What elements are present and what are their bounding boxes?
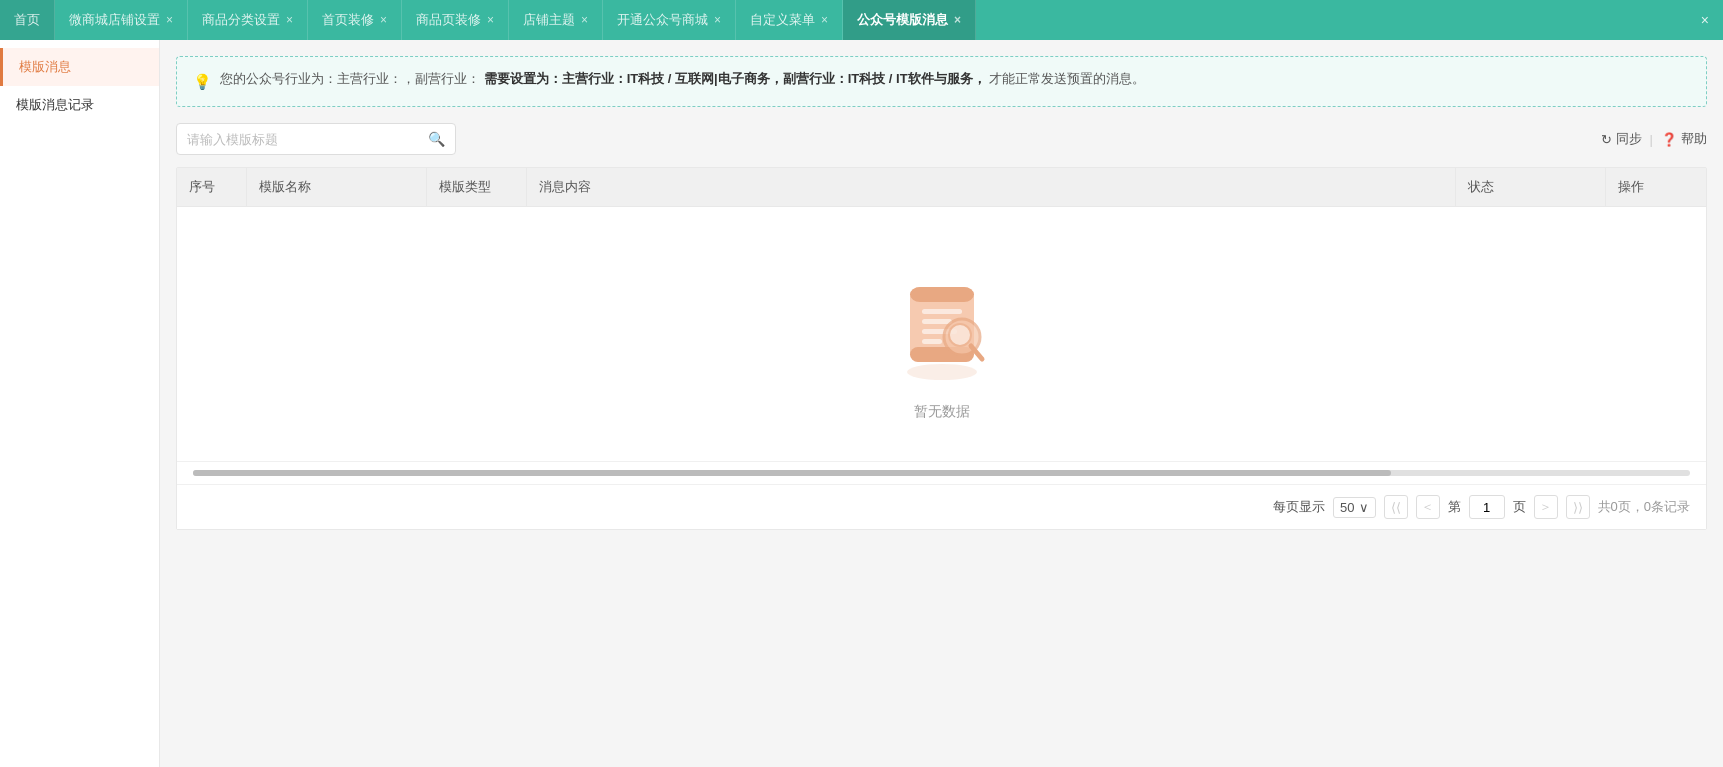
notice-suffix: 才能正常发送预置的消息。 (989, 71, 1145, 86)
close-tab-openstore[interactable]: × (714, 13, 721, 27)
nav-tab-openstore[interactable]: 开通公众号商城 × (603, 0, 736, 40)
per-page-value: 50 (1340, 500, 1354, 515)
last-page-icon2: ⟩ (1578, 500, 1583, 515)
svg-rect-5 (922, 319, 952, 324)
sidebar-item-template-log[interactable]: 模版消息记录 (0, 86, 159, 124)
close-tab-category[interactable]: × (286, 13, 293, 27)
th-name: 模版名称 (247, 168, 427, 206)
close-tab-homepage[interactable]: × (380, 13, 387, 27)
notice-highlight: 需要设置为：主营行业：IT科技 / 互联网|电子商务，副营行业：IT科技 / I… (484, 71, 986, 86)
prev-page-icon: ＜ (1421, 498, 1434, 516)
page-unit: 页 (1513, 498, 1526, 516)
close-tab-custommenu[interactable]: × (821, 13, 828, 27)
svg-point-0 (907, 364, 977, 380)
search-input[interactable] (187, 132, 428, 147)
top-navigation: 首页 微商城店铺设置 × 商品分类设置 × 首页装修 × 商品页装修 × 店铺主… (0, 0, 1723, 40)
th-content: 消息内容 (527, 168, 1456, 206)
empty-text: 暂无数据 (914, 403, 970, 421)
per-page-select[interactable]: 50 ∨ (1333, 497, 1375, 518)
close-all-tabs-button[interactable]: × (1687, 12, 1723, 28)
nav-tab-wshop[interactable]: 微商城店铺设置 × (55, 0, 188, 40)
svg-rect-4 (922, 309, 962, 314)
toolbar-right: ↻ 同步 | ❓ 帮助 (1601, 130, 1707, 148)
svg-point-9 (949, 324, 971, 346)
nav-tab-productpage[interactable]: 商品页装修 × (402, 0, 509, 40)
nav-tab-category[interactable]: 商品分类设置 × (188, 0, 308, 40)
toolbar-divider: | (1650, 132, 1653, 147)
scrollbar-area (177, 461, 1706, 484)
content-area: 💡 您的公众号行业为：主营行业：，副营行业： 需要设置为：主营行业：IT科技 /… (160, 40, 1723, 767)
notice-box: 💡 您的公众号行业为：主营行业：，副营行业： 需要设置为：主营行业：IT科技 /… (176, 56, 1707, 107)
scrollbar-thumb[interactable] (193, 470, 1391, 476)
main-layout: 模版消息 模版消息记录 💡 您的公众号行业为：主营行业：，副营行业： 需要设置为… (0, 40, 1723, 767)
first-page-button[interactable]: ⟨ ⟨ (1384, 495, 1408, 519)
search-bar: 🔍 ↻ 同步 | ❓ 帮助 (176, 123, 1707, 155)
th-status: 状态 (1456, 168, 1606, 206)
page-label: 第 (1448, 498, 1461, 516)
close-tab-templatemsg[interactable]: × (954, 13, 961, 27)
chevron-down-icon: ∨ (1359, 500, 1369, 515)
close-tab-theme[interactable]: × (581, 13, 588, 27)
sync-label: 同步 (1616, 130, 1642, 148)
notice-prefix: 您的公众号行业为：主营行业：，副营行业： (220, 71, 480, 86)
next-page-button[interactable]: ＞ (1534, 495, 1558, 519)
empty-state: 暂无数据 (177, 207, 1706, 461)
th-action: 操作 (1606, 168, 1706, 206)
sidebar: 模版消息 模版消息记录 (0, 40, 160, 767)
help-label: 帮助 (1681, 130, 1707, 148)
sidebar-item-template-msg[interactable]: 模版消息 (0, 48, 159, 86)
last-page-button[interactable]: ⟩ ⟩ (1566, 495, 1590, 519)
nav-tab-home[interactable]: 首页 (0, 0, 55, 40)
nav-tab-homepage[interactable]: 首页装修 × (308, 0, 402, 40)
per-page-label: 每页显示 (1273, 498, 1325, 516)
search-icon[interactable]: 🔍 (428, 131, 445, 147)
prev-page-button[interactable]: ＜ (1416, 495, 1440, 519)
sync-icon: ↻ (1601, 132, 1612, 147)
th-seq: 序号 (177, 168, 247, 206)
nav-tab-custommenu[interactable]: 自定义菜单 × (736, 0, 843, 40)
bulb-icon: 💡 (193, 70, 212, 94)
total-info: 共0页，0条记录 (1598, 498, 1690, 516)
search-input-wrap[interactable]: 🔍 (176, 123, 456, 155)
th-type: 模版类型 (427, 168, 527, 206)
svg-rect-2 (910, 287, 974, 302)
empty-illustration (882, 267, 1002, 387)
table-header: 序号 模版名称 模版类型 消息内容 状态 操作 (177, 168, 1706, 207)
next-page-icon: ＞ (1539, 498, 1552, 516)
pagination: 每页显示 50 ∨ ⟨ ⟨ ＜ 第 页 ＞ ⟩ (177, 484, 1706, 529)
page-input[interactable] (1469, 495, 1505, 519)
close-tab-productpage[interactable]: × (487, 13, 494, 27)
sync-button[interactable]: ↻ 同步 (1601, 130, 1642, 148)
nav-tab-theme[interactable]: 店铺主题 × (509, 0, 603, 40)
help-button[interactable]: ❓ 帮助 (1661, 130, 1707, 148)
first-page-icon2: ⟨ (1396, 500, 1401, 515)
help-icon: ❓ (1661, 132, 1677, 147)
horizontal-scrollbar[interactable] (193, 470, 1690, 476)
nav-tab-templatemsg[interactable]: 公众号模版消息 × (843, 0, 976, 40)
svg-rect-7 (922, 339, 942, 344)
data-table: 序号 模版名称 模版类型 消息内容 状态 操作 (176, 167, 1707, 530)
close-tab-wshop[interactable]: × (166, 13, 173, 27)
